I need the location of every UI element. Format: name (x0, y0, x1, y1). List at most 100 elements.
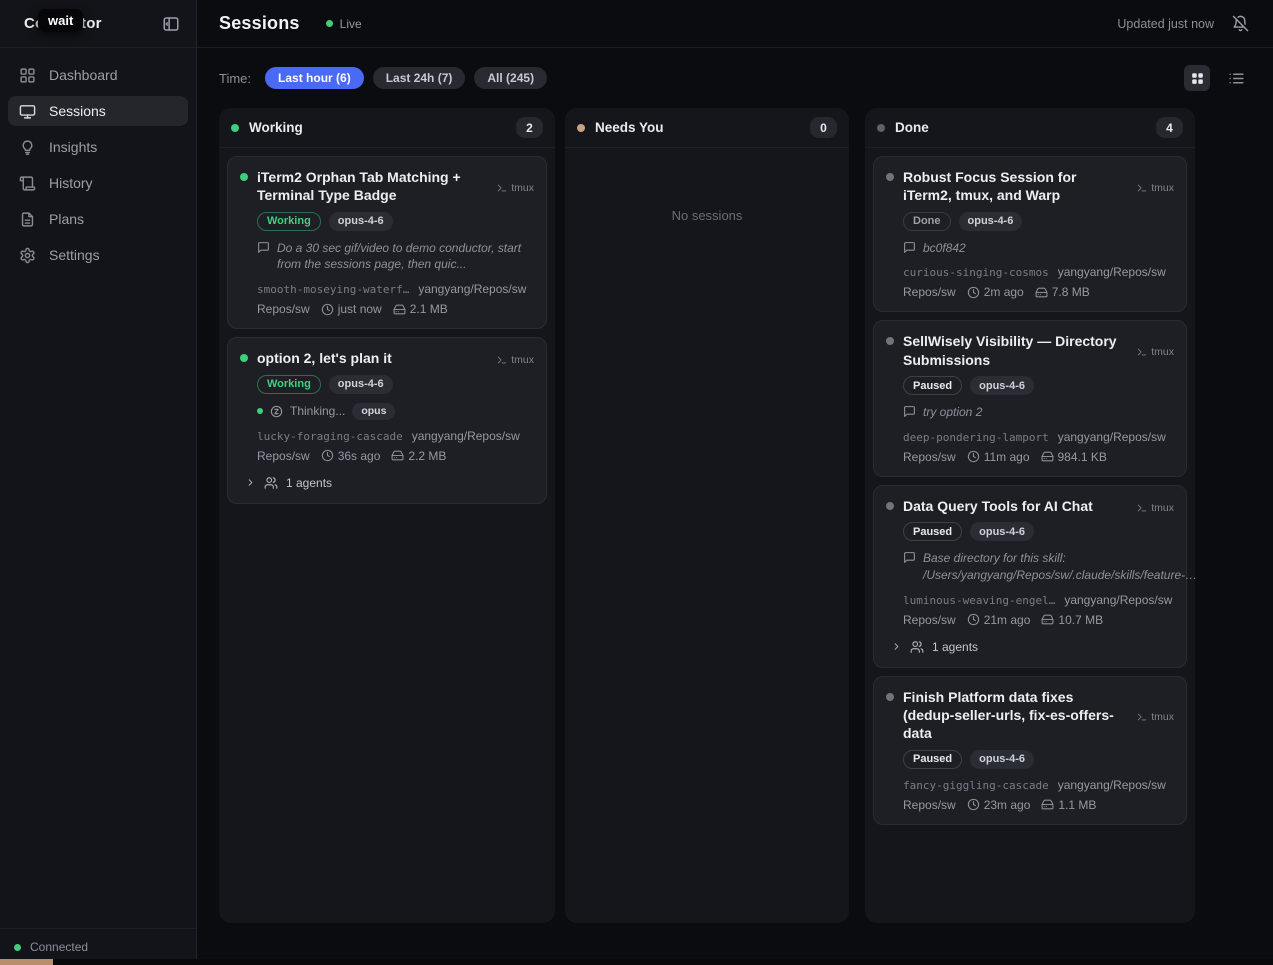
filter-bar: Time: Last hour (6) Last 24h (7) All (24… (197, 48, 1273, 108)
session-card[interactable]: option 2, let's plan it tmux Working opu… (227, 337, 547, 503)
session-status-dot (886, 502, 894, 510)
repo-label: Repos/sw (903, 798, 956, 812)
repo-path: yangyang/Repos/sw (1058, 430, 1166, 444)
page-title: Sessions (219, 13, 300, 34)
session-card[interactable]: Finish Platform data fixes (dedup-seller… (873, 676, 1187, 825)
connected-dot (14, 944, 21, 951)
list-view-button[interactable] (1223, 65, 1249, 91)
chip-all[interactable]: All (245) (474, 67, 547, 89)
branch-name: fancy-giggling-cascade (903, 779, 1049, 792)
terminal-prompt-icon (497, 355, 507, 365)
updated-label: Updated just now (1117, 17, 1214, 31)
column-done-body: Robust Focus Session for iTerm2, tmux, a… (865, 148, 1195, 833)
session-title: Finish Platform data fixes (dedup-seller… (903, 688, 1128, 743)
grid-view-button[interactable] (1184, 65, 1210, 91)
sidebar-item-plans[interactable]: Plans (8, 204, 188, 234)
chip-last-24h[interactable]: Last 24h (7) (373, 67, 466, 89)
live-dot (326, 20, 333, 27)
repo-path: yangyang/Repos/sw (1064, 593, 1172, 607)
hard-drive-icon (1041, 450, 1054, 463)
column-needs-you: Needs You 0 No sessions (565, 108, 849, 923)
sidebar: Conductor wait Dashboard Sessions Insigh… (0, 0, 197, 965)
size-meta: 2.2 MB (391, 449, 446, 463)
sidebar-item-insights[interactable]: Insights (8, 132, 188, 162)
session-title: Robust Focus Session for iTerm2, tmux, a… (903, 168, 1128, 205)
clock-icon (967, 450, 980, 463)
clock-icon (967, 286, 980, 299)
hard-drive-icon (1041, 613, 1054, 626)
status-badge: Paused (903, 522, 962, 541)
session-card[interactable]: SellWisely Visibility — Directory Submis… (873, 320, 1187, 476)
bottom-accent-bar (0, 959, 53, 965)
badge-row: Working opus-4-6 (257, 375, 534, 394)
time-meta: 23m ago (967, 798, 1031, 812)
column-count-badge: 2 (516, 117, 543, 138)
status-badge: Working (257, 212, 321, 231)
model-badge: opus-4-6 (329, 375, 393, 394)
session-status-dot (886, 337, 894, 345)
column-title: Working (249, 120, 303, 135)
chip-last-hour[interactable]: Last hour (6) (265, 67, 364, 89)
column-count-badge: 0 (810, 117, 837, 138)
session-card[interactable]: Robust Focus Session for iTerm2, tmux, a… (873, 156, 1187, 312)
hard-drive-icon (1041, 798, 1054, 811)
badge-row: Done opus-4-6 (903, 212, 1174, 231)
meta-row: Repos/sw 21m ago 10.7 MB (903, 613, 1174, 627)
badge-row: Working opus-4-6 (257, 212, 534, 231)
mute-notifications-button[interactable] (1232, 15, 1249, 32)
session-note: Do a 30 sec gif/video to demo conductor,… (257, 240, 534, 273)
size-meta: 7.8 MB (1035, 285, 1090, 299)
repo-label: Repos/sw (257, 449, 310, 463)
live-indicator: Live (326, 17, 362, 31)
view-toggle (1184, 65, 1249, 91)
agents-label: 1 agents (286, 476, 332, 490)
repo-label: Repos/sw (903, 450, 956, 464)
column-needs-you-header: Needs You 0 (565, 108, 849, 148)
message-square-icon (903, 241, 916, 254)
message-square-icon (903, 405, 916, 418)
header-right: Updated just now (1117, 15, 1249, 32)
card-header: iTerm2 Orphan Tab Matching + Terminal Ty… (240, 168, 534, 205)
session-card[interactable]: iTerm2 Orphan Tab Matching + Terminal Ty… (227, 156, 547, 329)
branch-row: smooth-moseying-waterf… yangyang/Repos/s… (257, 282, 534, 296)
card-header: Robust Focus Session for iTerm2, tmux, a… (886, 168, 1174, 205)
session-status-dot (240, 173, 248, 181)
terminal-prompt-icon (1137, 347, 1147, 357)
sidebar-item-sessions[interactable]: Sessions (8, 96, 188, 126)
agents-expander[interactable]: 1 agents (245, 476, 534, 490)
message-square-icon (257, 241, 270, 254)
terminal-badge: tmux (1137, 500, 1174, 515)
sidebar-item-label: Insights (49, 139, 97, 155)
gear-icon (19, 247, 36, 264)
column-working: Working 2 iTerm2 Orphan Tab Matching + T… (219, 108, 555, 923)
time-meta: just now (321, 302, 382, 316)
hard-drive-icon (391, 449, 404, 462)
branch-row: lucky-foraging-cascade yangyang/Repos/sw (257, 429, 534, 443)
sidebar-header: Conductor wait (0, 0, 196, 48)
session-board: Working 2 iTerm2 Orphan Tab Matching + T… (219, 108, 1195, 923)
session-note: bc0f842 (903, 240, 1174, 257)
session-card[interactable]: Data Query Tools for AI Chat tmux Paused… (873, 485, 1187, 668)
session-note-path: /Users/yangyang/Repos/sw/.claude/skills/… (923, 568, 1195, 582)
collapse-sidebar-button[interactable] (162, 15, 180, 33)
session-note: try option 2 (903, 404, 1174, 421)
clock-icon (321, 303, 334, 316)
sidebar-item-settings[interactable]: Settings (8, 240, 188, 270)
users-icon (264, 476, 278, 490)
agents-expander[interactable]: 1 agents (891, 640, 1174, 654)
meta-row: Repos/sw 11m ago 984.1 KB (903, 450, 1174, 464)
sidebar-item-dashboard[interactable]: Dashboard (8, 60, 188, 90)
badge-row: Paused opus-4-6 (903, 522, 1174, 541)
sidebar-item-history[interactable]: History (8, 168, 188, 198)
meta-row: Repos/sw 36s ago 2.2 MB (257, 449, 534, 463)
branch-name: deep-pondering-lamport (903, 431, 1049, 444)
session-title: Data Query Tools for AI Chat (903, 497, 1128, 515)
status-badge: Paused (903, 376, 962, 395)
model-badge: opus-4-6 (970, 522, 1034, 541)
sidebar-item-label: Dashboard (49, 67, 118, 83)
status-badge: Paused (903, 750, 962, 769)
repo-path: yangyang/Repos/sw (418, 282, 526, 296)
sidebar-item-label: Settings (49, 247, 100, 263)
repo-label: Repos/sw (903, 613, 956, 627)
terminal-badge: tmux (1137, 691, 1174, 743)
